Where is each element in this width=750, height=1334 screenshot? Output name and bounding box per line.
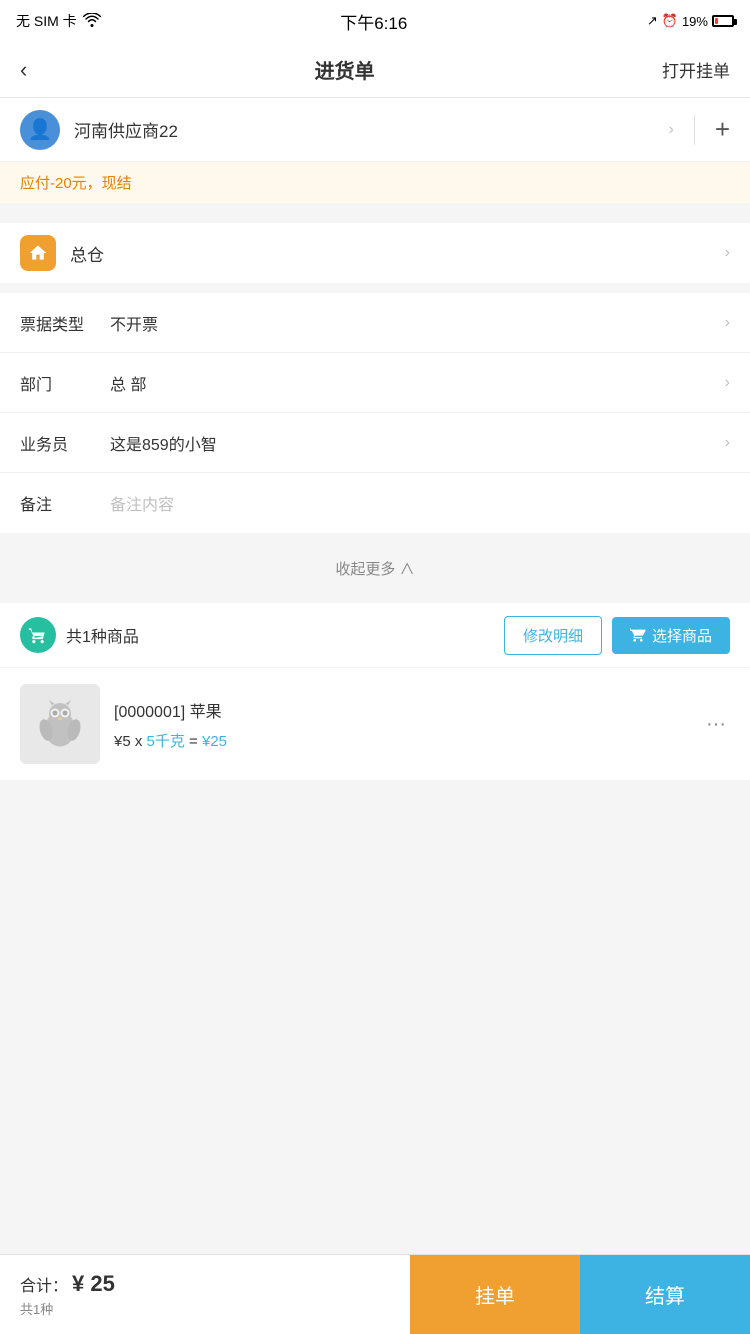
- bottom-total: 合计： ¥ 25 共1种: [0, 1255, 410, 1334]
- nav-bar: ‹ 进货单 打开挂单: [0, 42, 750, 98]
- supplier-card: 👤 河南供应商22 › + 应付-20元，现结: [0, 98, 750, 213]
- total-sub: 共1种: [20, 1299, 390, 1318]
- location-icon: ↗: [647, 13, 658, 29]
- total-amount: ¥ 25: [72, 1271, 115, 1297]
- vertical-divider: [694, 115, 695, 145]
- total-label: 合计：: [20, 1272, 68, 1296]
- supplier-row[interactable]: 👤 河南供应商22 › +: [0, 98, 750, 162]
- supplier-chevron-icon: ›: [668, 121, 673, 139]
- ticket-label: 票据类型: [20, 311, 100, 335]
- back-button[interactable]: ‹: [20, 57, 27, 83]
- supplier-actions: › +: [668, 114, 730, 145]
- product-qty: 5千克: [147, 733, 185, 750]
- product-name: [0000001] 苹果: [114, 698, 688, 722]
- ticket-type-row[interactable]: 票据类型 不开票 ›: [0, 293, 750, 353]
- bottom-bar: 合计： ¥ 25 共1种 挂单 结算: [0, 1254, 750, 1334]
- battery-icon: [712, 15, 734, 27]
- status-left: 无 SIM 卡: [16, 11, 101, 31]
- edit-details-button[interactable]: 修改明细: [504, 616, 602, 655]
- avatar-icon: 👤: [28, 117, 53, 142]
- wifi-icon: [83, 13, 101, 30]
- product-price: ¥5 x 5千克 = ¥25: [114, 730, 688, 751]
- status-bar: 无 SIM 卡 下午6:16 ↗ ⏰ 19%: [0, 0, 750, 42]
- settle-button[interactable]: 结算: [580, 1255, 750, 1334]
- supplier-alert: 应付-20元，现结: [0, 162, 750, 213]
- dept-label: 部门: [20, 371, 100, 395]
- products-icon: [20, 617, 56, 653]
- add-supplier-button[interactable]: +: [715, 114, 730, 145]
- staff-row[interactable]: 业务员 这是859的小智 ›: [0, 413, 750, 473]
- battery-percent: 19%: [682, 14, 708, 29]
- product-total: ¥25: [202, 733, 227, 750]
- warehouse-icon: [20, 235, 56, 271]
- ticket-chevron-icon: ›: [725, 314, 730, 332]
- staff-label: 业务员: [20, 431, 100, 455]
- select-product-button[interactable]: 选择商品: [612, 617, 730, 654]
- product-more-button[interactable]: ···: [702, 713, 730, 736]
- collapse-button[interactable]: 收起更多 ∧: [0, 543, 750, 593]
- equals-sign: =: [185, 733, 202, 750]
- status-time: 下午6:16: [340, 9, 407, 34]
- product-thumbnail: [20, 684, 100, 764]
- price-prefix: ¥5 x: [114, 733, 147, 750]
- sim-status: 无 SIM 卡: [16, 11, 77, 31]
- status-right: ↗ ⏰ 19%: [647, 13, 734, 29]
- remark-input[interactable]: 备注内容: [100, 491, 730, 515]
- open-hang-button[interactable]: 打开挂单: [662, 57, 730, 82]
- remark-row[interactable]: 备注 备注内容: [0, 473, 750, 533]
- select-product-icon: [630, 627, 646, 643]
- supplier-avatar: 👤: [20, 110, 60, 150]
- products-count: 共1种商品: [66, 623, 494, 647]
- product-info: [0000001] 苹果 ¥5 x 5千克 = ¥25: [114, 698, 688, 751]
- warehouse-name: 总仓: [70, 241, 725, 266]
- product-image: [35, 699, 85, 749]
- alarm-icon: ⏰: [662, 13, 678, 29]
- dept-value: 总 部: [100, 371, 725, 395]
- supplier-name: 河南供应商22: [74, 117, 668, 142]
- page-title: 进货单: [315, 55, 375, 84]
- staff-chevron-icon: ›: [725, 434, 730, 452]
- content-area: 👤 河南供应商22 › + 应付-20元，现结 总仓 › 票据类型 不开: [0, 98, 750, 870]
- products-header: 共1种商品 修改明细 选择商品: [0, 603, 750, 667]
- ticket-value: 不开票: [100, 311, 725, 335]
- warehouse-card: 总仓 ›: [0, 223, 750, 283]
- remark-label: 备注: [20, 491, 100, 515]
- form-section: 票据类型 不开票 › 部门 总 部 › 业务员 这是859的小智 › 备注 备注…: [0, 293, 750, 533]
- product-item: [0000001] 苹果 ¥5 x 5千克 = ¥25 ···: [0, 668, 750, 780]
- dept-row[interactable]: 部门 总 部 ›: [0, 353, 750, 413]
- warehouse-row[interactable]: 总仓 ›: [0, 223, 750, 283]
- dept-chevron-icon: ›: [725, 374, 730, 392]
- staff-value: 这是859的小智: [100, 431, 725, 455]
- hang-button[interactable]: 挂单: [410, 1255, 580, 1334]
- warehouse-chevron-icon: ›: [725, 244, 730, 262]
- select-product-label: 选择商品: [652, 625, 712, 646]
